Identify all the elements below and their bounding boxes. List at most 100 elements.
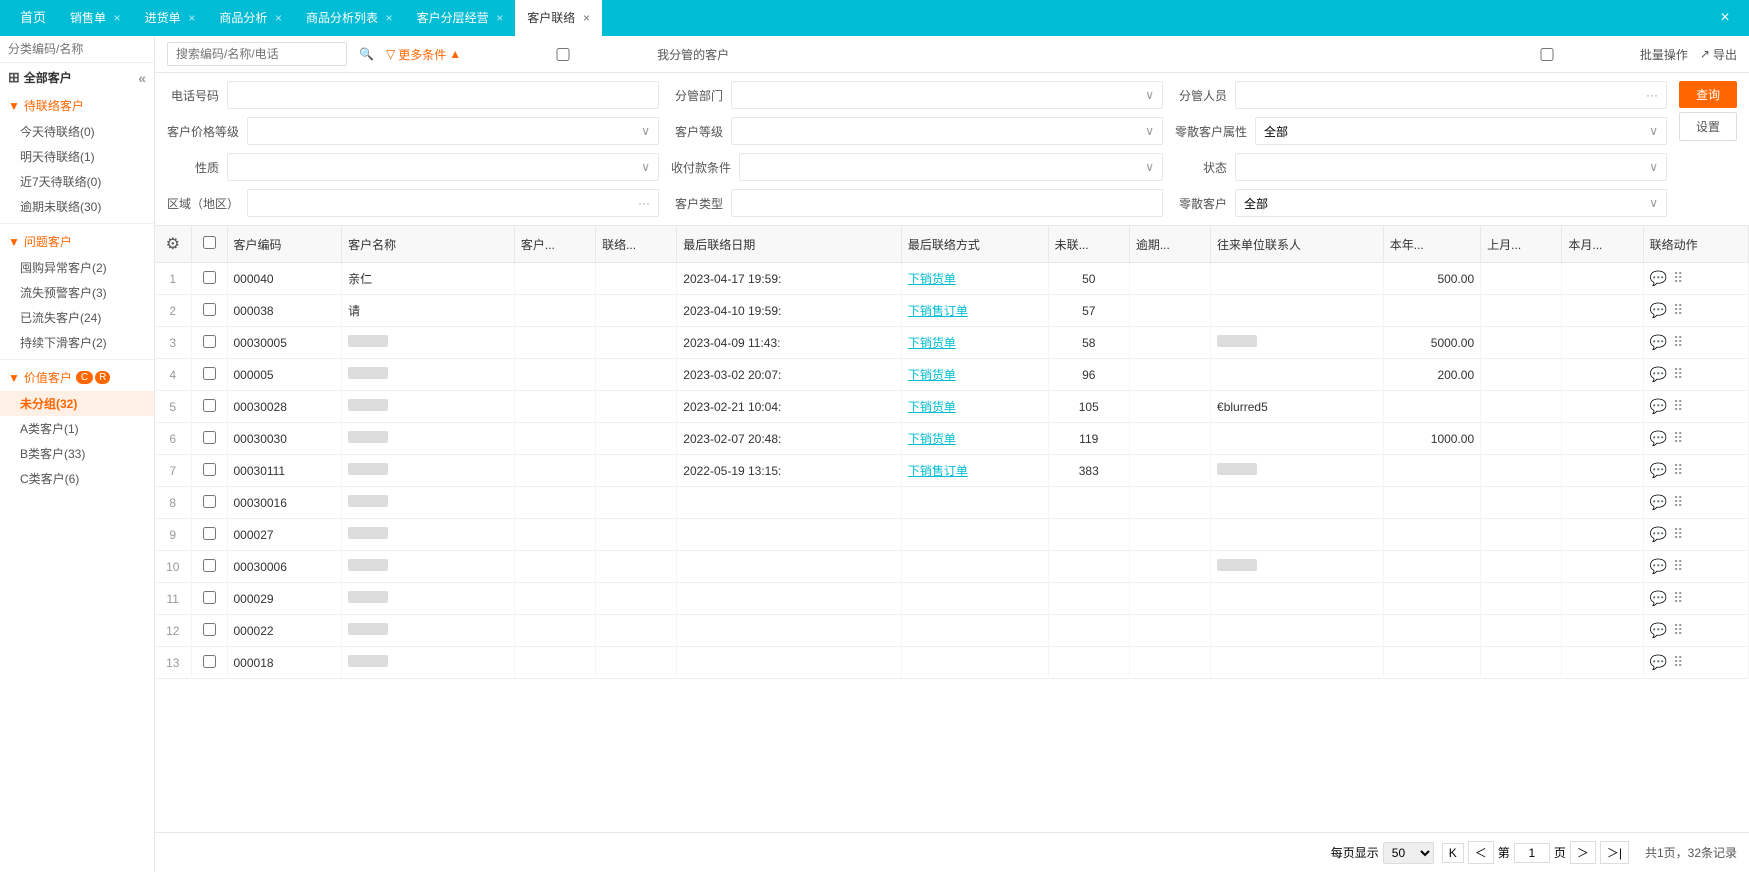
nav-customer-contact-close[interactable]: × (583, 11, 590, 25)
sidebar-item-7days[interactable]: 近7天待联络(0) (0, 169, 154, 194)
per-page-select[interactable]: 50 20 100 (1383, 842, 1434, 864)
batch-op-check[interactable] (1457, 48, 1637, 61)
more-icon[interactable]: ⠿ (1673, 302, 1683, 319)
nav-customer-tier[interactable]: 客户分层经营 × (405, 0, 516, 36)
last-method-link[interactable]: 下销货单 (908, 432, 956, 446)
more-icon[interactable]: ⠿ (1673, 590, 1683, 607)
th-last-month[interactable]: 上月... (1481, 226, 1562, 263)
batch-op-btn[interactable]: 批量操作 (1457, 46, 1688, 63)
th-checkbox[interactable] (191, 226, 227, 263)
nav-home[interactable]: 首页 (8, 0, 58, 36)
sidebar-item-churn-warning[interactable]: 流失预警客户(3) (0, 280, 154, 305)
page-input[interactable] (1514, 843, 1550, 863)
first-page-btn[interactable]: K (1442, 843, 1464, 863)
more-icon[interactable]: ⠿ (1673, 462, 1683, 479)
row-checkbox[interactable] (191, 487, 227, 519)
last-method-link[interactable]: 下销售订单 (908, 464, 968, 478)
th-settings[interactable]: ⚙ (155, 226, 191, 263)
row-checkbox[interactable] (191, 327, 227, 359)
last-method-link[interactable]: 下销货单 (908, 336, 956, 350)
filter-payment-input[interactable]: ∨ (739, 153, 1163, 181)
filter-price-level-input[interactable]: ∨ (247, 117, 659, 145)
my-customers-check[interactable] (473, 48, 653, 61)
nav-product-list-close[interactable]: × (386, 11, 393, 25)
filter-attr-input[interactable]: 全部 ∨ (1255, 117, 1667, 145)
filter-nature-input[interactable]: ∨ (227, 153, 659, 181)
sidebar-item-ungrouped[interactable]: 未分组(32) (0, 391, 154, 416)
sidebar-item-b-class[interactable]: B类客户(33) (0, 441, 154, 466)
sidebar-item-hoarding[interactable]: 囤购异常客户(2) (0, 255, 154, 280)
more-icon[interactable]: ⠿ (1673, 366, 1683, 383)
sidebar-group-value[interactable]: ▼ 价值客户 C R (0, 364, 154, 391)
contact-icon[interactable]: 💬 (1650, 494, 1667, 511)
filter-person-input[interactable]: ··· (1235, 81, 1667, 109)
nav-sales[interactable]: 销售单 × (58, 0, 133, 36)
prev-page-btn[interactable]: ＜ (1468, 841, 1494, 864)
nav-product-analysis-close[interactable]: × (275, 11, 282, 25)
filter-dept-input[interactable]: ∨ (731, 81, 1163, 109)
more-icon[interactable]: ⠿ (1673, 334, 1683, 351)
nav-product-list[interactable]: 商品分析列表 × (294, 0, 405, 36)
row-checkbox[interactable] (191, 583, 227, 615)
filter-region-input[interactable]: ··· (247, 189, 659, 217)
nav-sales-close[interactable]: × (114, 11, 121, 25)
th-action[interactable]: 联络动作 (1643, 226, 1748, 263)
th-last-date[interactable]: 最后联络日期 (677, 226, 902, 263)
contact-icon[interactable]: 💬 (1650, 654, 1667, 671)
row-checkbox[interactable] (191, 647, 227, 679)
more-icon[interactable]: ⠿ (1673, 558, 1683, 575)
sidebar-item-declining[interactable]: 持续下滑客户(2) (0, 330, 154, 355)
query-button[interactable]: 查询 (1679, 81, 1737, 108)
contact-icon[interactable]: 💬 (1650, 270, 1667, 287)
th-name[interactable]: 客户名称 (342, 226, 515, 263)
more-conditions-btn[interactable]: ▽ 更多条件 ▲ (386, 46, 461, 63)
contact-icon[interactable]: 💬 (1650, 302, 1667, 319)
more-icon[interactable]: ⠿ (1673, 526, 1683, 543)
more-icon[interactable]: ⠿ (1673, 654, 1683, 671)
settings-icon[interactable]: ⚙ (166, 236, 180, 253)
sidebar-item-c-class[interactable]: C类客户(6) (0, 466, 154, 491)
contact-icon[interactable]: 💬 (1650, 558, 1667, 575)
row-checkbox[interactable] (191, 391, 227, 423)
row-checkbox[interactable] (191, 551, 227, 583)
nav-purchase-close[interactable]: × (188, 11, 195, 25)
row-checkbox[interactable] (191, 455, 227, 487)
sidebar-all-customers[interactable]: ⊞ 全部客户 « (0, 63, 154, 92)
filter-phone-input[interactable] (227, 81, 659, 109)
sidebar-item-churned[interactable]: 已流失客户(24) (0, 305, 154, 330)
more-icon[interactable]: ⠿ (1673, 494, 1683, 511)
th-this-month[interactable]: 本月... (1562, 226, 1643, 263)
nav-purchase[interactable]: 进货单 × (133, 0, 208, 36)
last-method-link[interactable]: 下销货单 (908, 400, 956, 414)
filter-level-input[interactable]: ∨ (731, 117, 1163, 145)
sidebar-item-today[interactable]: 今天待联络(0) (0, 119, 154, 144)
th-contact-person[interactable]: 往来单位联系人 (1211, 226, 1384, 263)
more-icon[interactable]: ⠿ (1673, 430, 1683, 447)
th-code[interactable]: 客户编码 (227, 226, 342, 263)
contact-icon[interactable]: 💬 (1650, 430, 1667, 447)
contact-icon[interactable]: 💬 (1650, 526, 1667, 543)
contact-icon[interactable]: 💬 (1650, 398, 1667, 415)
nav-customer-contact[interactable]: 客户联络 × (515, 0, 602, 36)
select-all-checkbox[interactable] (203, 236, 216, 249)
window-close[interactable]: × (1709, 2, 1741, 34)
nav-customer-tier-close[interactable]: × (496, 11, 503, 25)
sidebar-item-overdue[interactable]: 逾期未联络(30) (0, 194, 154, 219)
sidebar-group-pending[interactable]: ▼ 待联络客户 (0, 92, 154, 119)
contact-icon[interactable]: 💬 (1650, 366, 1667, 383)
row-checkbox[interactable] (191, 263, 227, 295)
sidebar-group-problem[interactable]: ▼ 问题客户 (0, 228, 154, 255)
th-last-method[interactable]: 最后联络方式 (901, 226, 1048, 263)
collapse-icon[interactable]: « (138, 70, 146, 86)
th-type[interactable]: 客户... (514, 226, 595, 263)
row-checkbox[interactable] (191, 423, 227, 455)
search-input[interactable] (167, 42, 347, 66)
contact-icon[interactable]: 💬 (1650, 590, 1667, 607)
row-checkbox[interactable] (191, 295, 227, 327)
row-checkbox[interactable] (191, 519, 227, 551)
more-icon[interactable]: ⠿ (1673, 270, 1683, 287)
next-page-btn[interactable]: ＞ (1570, 841, 1596, 864)
last-method-link[interactable]: 下销货单 (908, 272, 956, 286)
filter-search-icon[interactable]: 🔍 (359, 47, 374, 61)
more-icon[interactable]: ⠿ (1673, 398, 1683, 415)
